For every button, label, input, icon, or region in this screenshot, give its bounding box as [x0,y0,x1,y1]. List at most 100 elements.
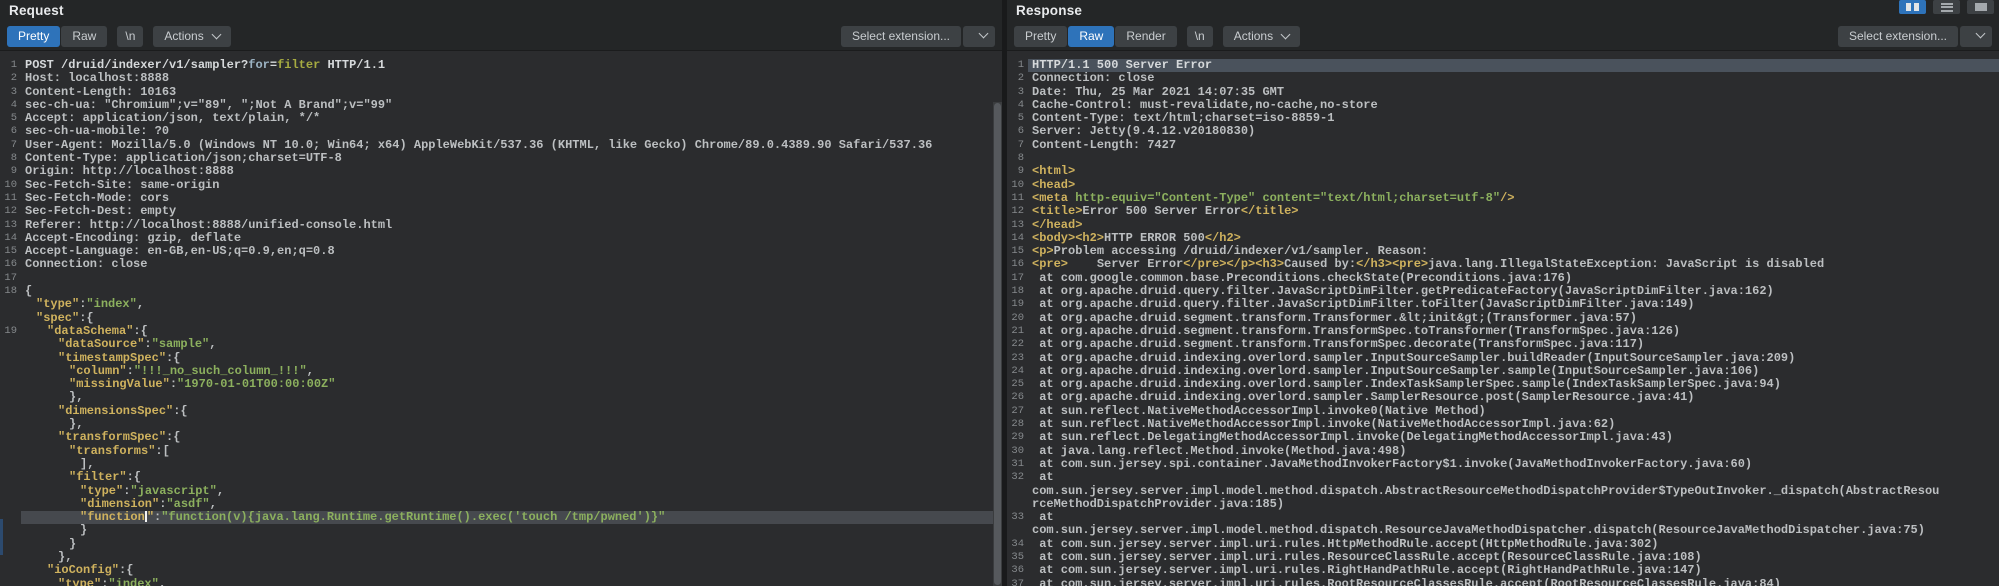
code-line[interactable]: 16 <pre> Server Error</pre></p><h3>Caused… [1007,258,1999,271]
code-line[interactable]: 5 Accept: application/json, text/plain, *… [0,112,1002,125]
code-line[interactable]: } [0,524,1002,537]
tab-pretty[interactable]: Pretty [1014,25,1068,47]
code-line[interactable]: 10 Sec-Fetch-Site: same-origin [0,178,1002,192]
code-line[interactable]: 4 Cache-Control: must-revalidate,no-cache… [1007,98,1999,112]
code-line[interactable]: "dimension":"asdf", [0,497,1002,511]
code-line[interactable]: 14 Accept-Encoding: gzip, deflate [0,231,1002,245]
single-layout-icon[interactable] [1967,0,1994,14]
columns-layout-icon[interactable] [1899,0,1926,14]
code-line[interactable]: "spec":{ [0,311,1002,325]
code-line[interactable]: 1 HTTP/1.1 500 Server Error [1007,58,1999,73]
code-line[interactable]: 12 Sec-Fetch-Dest: empty [0,205,1002,218]
select-extension-chevron-button[interactable] [1960,25,1992,47]
code-line[interactable]: "timestampSpec":{ [0,351,1002,365]
code-line[interactable]: 23 at org.apache.druid.indexing.overlord… [1007,351,1999,365]
code-line[interactable]: 36 at com.sun.jersey.server.impl.uri.rul… [1007,564,1999,577]
code-line[interactable]: "dimensionsSpec":{ [0,404,1002,418]
code-line[interactable]: 17 [0,272,1002,285]
code-line[interactable]: 11 Sec-Fetch-Mode: cors [0,191,1002,205]
code-line[interactable]: 34 at com.sun.jersey.server.impl.uri.rul… [1007,537,1999,551]
code-line[interactable]: "type":"index", [0,577,1002,586]
code-line[interactable]: 19 at org.apache.druid.query.filter.Java… [1007,298,1999,311]
code-line[interactable]: 14 <body><h2>HTTP ERROR 500</h2> [1007,231,1999,245]
code-line[interactable]: 29 at sun.reflect.DelegatingMethodAccess… [1007,431,1999,444]
code-line[interactable]: 33 at [1007,510,1999,524]
code-line[interactable]: "type":"javascript", [0,484,1002,498]
code-line[interactable]: }, [0,391,1002,404]
code-line[interactable]: 21 at org.apache.druid.segment.transform… [1007,324,1999,338]
code-line[interactable]: "type":"index", [0,298,1002,311]
tab-raw[interactable]: Raw [61,25,108,47]
code-line[interactable]: 2 Connection: close [1007,72,1999,85]
code-line[interactable]: 6 Server: Jetty(9.4.12.v20180830) [1007,125,1999,138]
request-scrollbar-thumb[interactable] [994,103,1001,585]
code-line[interactable]: 6 sec-ch-ua-mobile: ?0 [0,125,1002,138]
code-line[interactable]: "missingValue":"1970-01-01T00:00:00Z" [0,377,1002,391]
code-line[interactable]: "transforms":[ [0,444,1002,458]
request-scrollbar[interactable] [993,102,1002,586]
code-line[interactable]: 7 User-Agent: Mozilla/5.0 (Windows NT 10.… [0,138,1002,152]
code-line[interactable]: } [0,537,1002,551]
request-editor[interactable]: 1 POST /druid/indexer/v1/sampler?for=filt… [0,50,1002,586]
code-line[interactable]: "column":"!!!_no_such_column_!!!", [0,364,1002,378]
code-line[interactable]: 19 "dataSchema":{ [0,324,1002,338]
code-line[interactable]: 12 <title>Error 500 Server Error</title> [1007,205,1999,218]
code-line[interactable]: 5 Content-Type: text/html;charset=iso-885… [1007,112,1999,125]
code-line[interactable]: ], [0,457,1002,471]
select-extension-chevron-button[interactable] [963,25,995,47]
code-line[interactable]: com.sun.jersey.server.impl.model.method.… [1007,484,1999,498]
code-line[interactable]: 32 at [1007,471,1999,484]
code-line[interactable]: 26 at org.apache.druid.indexing.overlord… [1007,391,1999,404]
code-line[interactable]: 27 at sun.reflect.NativeMethodAccessorIm… [1007,404,1999,418]
newline-toggle-button[interactable]: \n [117,25,144,47]
code-line[interactable]: com.sun.jersey.server.impl.model.method.… [1007,524,1999,537]
code-line[interactable]: "ioConfig":{ [0,564,1002,577]
code-line[interactable]: 20 at org.apache.druid.segment.transform… [1007,311,1999,325]
code-line[interactable]: 15 <p>Problem accessing /druid/indexer/v1… [1007,245,1999,258]
code-line[interactable]: 24 at org.apache.druid.indexing.overlord… [1007,364,1999,378]
code-line[interactable]: 28 at sun.reflect.NativeMethodAccessorIm… [1007,417,1999,431]
code-line[interactable]: 9 <html> [1007,165,1999,178]
code-line[interactable]: 16 Connection: close [0,258,1002,271]
rows-layout-icon[interactable] [1933,0,1960,14]
code-line[interactable]: 22 at org.apache.druid.segment.transform… [1007,338,1999,351]
actions-button[interactable]: Actions [1222,25,1301,47]
code-line[interactable]: "function ":"function(v){java.lang.Runtim… [0,510,1002,525]
select-extension-button[interactable]: Select extension... [1837,25,1958,47]
code-line[interactable]: 2 Host: localhost:8888 [0,72,1002,85]
code-line[interactable]: 10 <head> [1007,178,1999,192]
code-line[interactable]: 7 Content-Length: 7427 [1007,138,1999,152]
code-line[interactable]: 3 Content-Length: 10163 [0,85,1002,99]
code-line[interactable]: }, [0,417,1002,431]
code-line[interactable]: 18 at org.apache.druid.query.filter.Java… [1007,284,1999,298]
code-line[interactable]: "dataSource":"sample", [0,338,1002,351]
code-line[interactable]: 9 Origin: http://localhost:8888 [0,165,1002,178]
code-line[interactable]: 13 </head> [1007,218,1999,232]
code-line[interactable]: 30 at java.lang.reflect.Method.invoke(Me… [1007,444,1999,458]
tab-pretty[interactable]: Pretty [7,25,61,47]
code-line[interactable]: 1 POST /druid/indexer/v1/sampler?for=filt… [0,58,1002,72]
code-line[interactable]: "filter":{ [0,471,1002,484]
code-line[interactable]: 18 { [0,284,1002,298]
code-line[interactable]: 8 Content-Type: application/json;charset=… [0,151,1002,165]
actions-button[interactable]: Actions [153,25,231,47]
tab-raw[interactable]: Raw [1068,25,1115,47]
code-line[interactable]: 11 <meta http-equiv="Content-Type" conten… [1007,191,1999,205]
code-line[interactable]: 25 at org.apache.druid.indexing.overlord… [1007,377,1999,391]
tab-render[interactable]: Render [1115,25,1177,47]
code-line[interactable]: }, [0,550,1002,564]
code-line[interactable]: 15 Accept-Language: en-GB,en-US;q=0.9,en;… [0,245,1002,258]
select-extension-button[interactable]: Select extension... [840,25,961,47]
response-editor[interactable]: 1 HTTP/1.1 500 Server Error 2 Connection: c… [1007,50,1999,586]
code-line[interactable]: 8 [1007,152,1999,165]
code-line[interactable]: rceMethodDispatchProvider.java:185) [1007,497,1999,511]
code-line[interactable]: 3 Date: Thu, 25 Mar 2021 14:07:35 GMT [1007,85,1999,99]
code-line[interactable]: 31 at com.sun.jersey.spi.container.JavaM… [1007,457,1999,471]
code-line[interactable]: 13 Referer: http://localhost:8888/unified… [0,218,1002,232]
code-line[interactable]: 37 at com.sun.jersey.server.impl.uri.rul… [1007,577,1999,586]
code-line[interactable]: 17 at com.google.common.base.Preconditio… [1007,271,1999,285]
code-line[interactable]: "transformSpec":{ [0,431,1002,444]
code-line[interactable]: 35 at com.sun.jersey.server.impl.uri.rul… [1007,550,1999,564]
code-line[interactable]: 4 sec-ch-ua: "Chromium";v="89", ";Not A B… [0,98,1002,112]
newline-toggle-button[interactable]: \n [1186,25,1213,47]
